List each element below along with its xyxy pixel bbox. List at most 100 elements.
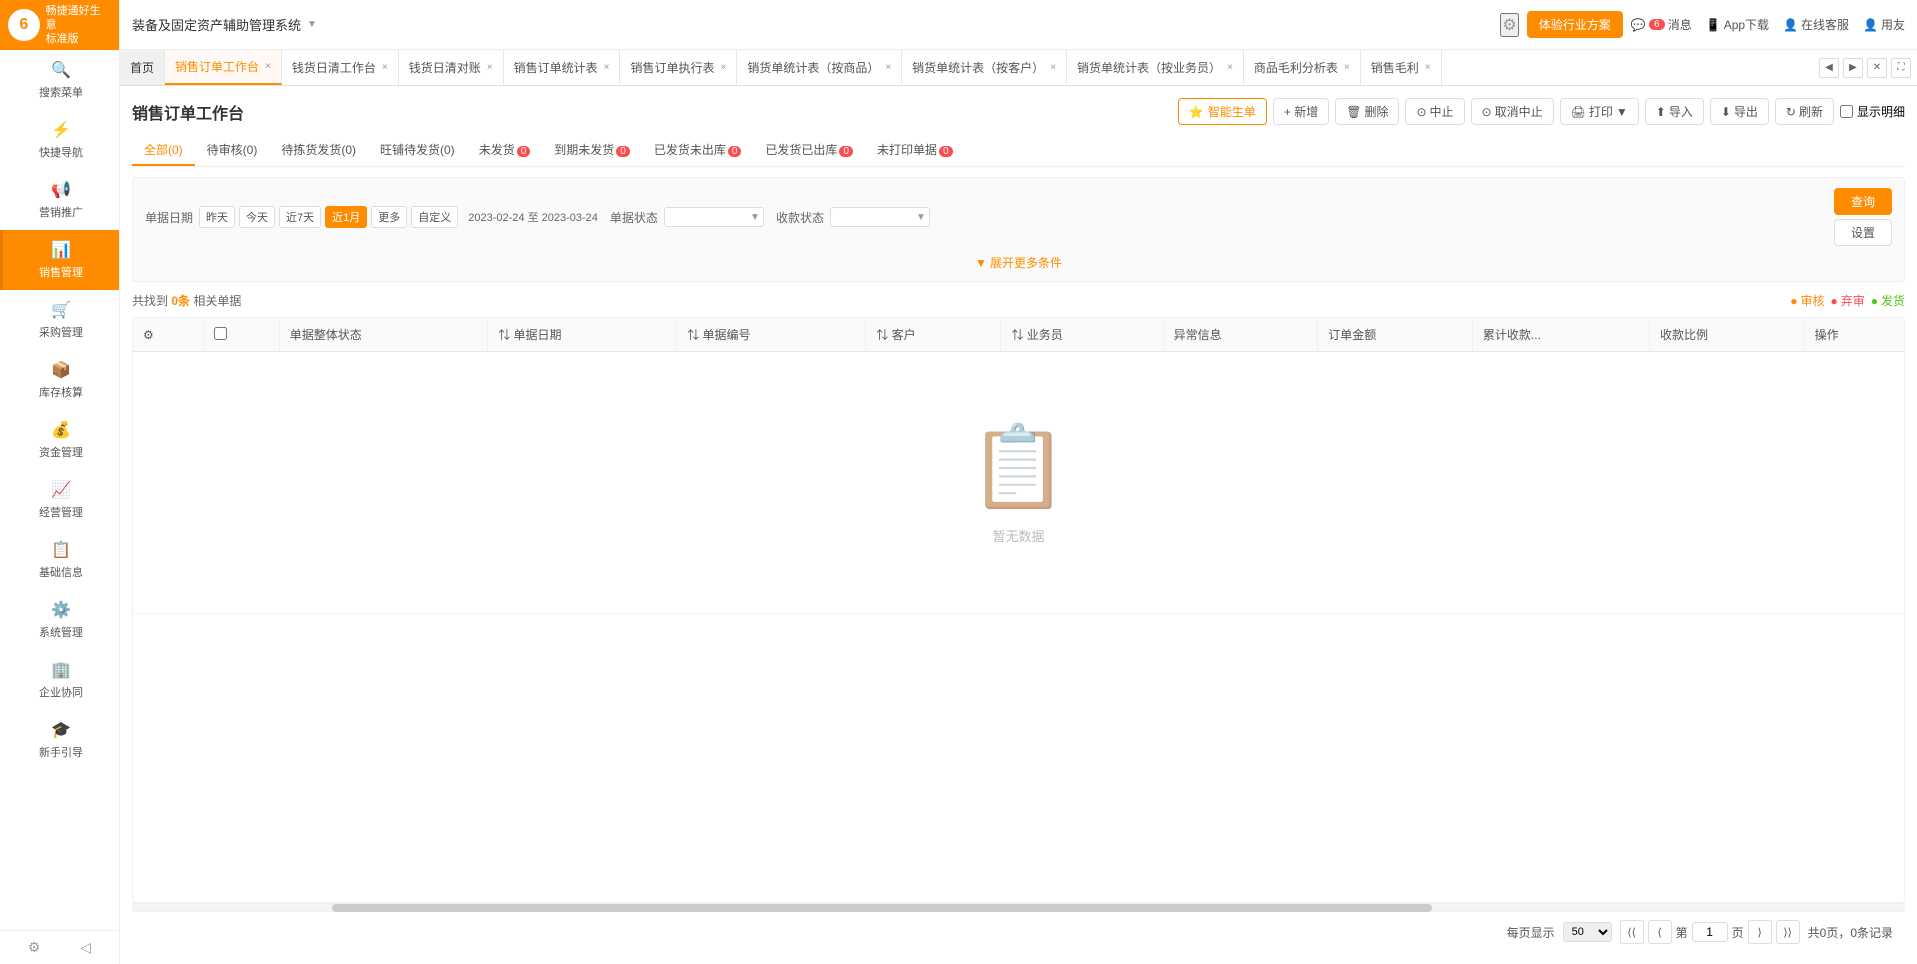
filter-tab-not_printed[interactable]: 未打印单据0 [865,135,965,166]
page-label2: 页 [1732,924,1744,941]
tab-next-btn[interactable]: ▶ [1843,58,1863,78]
filter-tab-shipped_out[interactable]: 已发货已出库0 [753,135,865,166]
filter-tab-expired_not_shipped[interactable]: 到期未发货0 [542,135,642,166]
date-btn-今天[interactable]: 今天 [239,206,275,228]
tab-money_reconcile[interactable]: 钱货日清对账× [399,50,504,85]
industry-solution-btn[interactable]: 体验行业方案 [1527,11,1623,38]
page-last-btn[interactable]: ⟩⟩ [1776,920,1800,944]
sidebar-item-inventory[interactable]: 📦 库存核算 [0,350,119,410]
sidebar-item-system[interactable]: ⚙️ 系统管理 [0,590,119,650]
logo-text: 畅捷通好生意 标准版 [46,4,111,47]
date-btn-近1月[interactable]: 近1月 [325,206,367,228]
date-btn-自定义[interactable]: 自定义 [411,206,458,228]
sidebar-item-sales[interactable]: 📊 销售管理 [0,230,119,290]
sidebar-bottom: ⚙ ◁ [0,930,119,964]
tab-sales_stats-close-btn[interactable]: × [604,62,610,73]
page-prev-btn[interactable]: ⟨ [1648,920,1672,944]
filter-tab-pending_inspect[interactable]: 待拣货发货(0) [269,135,368,166]
sidebar-item-marketing[interactable]: 📢 营销推广 [0,170,119,230]
page-size-select[interactable]: 50 10 20 100 [1563,922,1612,942]
filter-tab-all[interactable]: 全部(0) [132,135,195,166]
sidebar-item-quick_nav[interactable]: ⚡ 快捷导航 [0,110,119,170]
system-dropdown-icon[interactable]: ▼ [307,19,317,30]
status-select-wrapper: ▼ [664,207,764,227]
sidebar-item-guide[interactable]: 🎓 新手引导 [0,710,119,770]
tab-prev-btn[interactable]: ◀ [1819,58,1839,78]
tab-sales_summary_staff[interactable]: 销货单统计表（按业务员）× [1067,50,1244,85]
page-number-input[interactable] [1692,922,1728,942]
message-action[interactable]: 💬 6 消息 [1631,16,1692,33]
cancel-review-btn[interactable]: ● 弃审 [1830,292,1864,309]
sidebar-item-operations[interactable]: 📈 经营管理 [0,470,119,530]
filter-tabs: 全部(0)待审核(0)待拣货发货(0)旺铺待发货(0)未发货0到期未发货0已发货… [132,135,1905,167]
tab-home[interactable]: 首页 [120,50,165,85]
col-header-check[interactable] [203,318,279,352]
show-detail-checkbox[interactable] [1840,105,1853,118]
scrollbar-thumb[interactable] [332,904,1432,912]
sidebar-settings-btn[interactable]: ⚙ [28,939,41,956]
show-detail-label[interactable]: 显示明细 [1840,103,1905,120]
tab-sales_workbench-close-btn[interactable]: × [265,61,271,72]
date-btn-更多[interactable]: 更多 [371,206,407,228]
tab-product_margin[interactable]: 商品毛利分析表× [1244,50,1361,85]
tab-sales_stats[interactable]: 销售订单统计表× [504,50,621,85]
delete-btn[interactable]: 🗑 删除 [1335,98,1399,125]
empty-icon: 📋 [969,420,1069,514]
import-btn[interactable]: ⬆ 导入 [1645,98,1704,125]
date-btn-昨天[interactable]: 昨天 [199,206,235,228]
online-service-action[interactable]: 👤 在线客服 [1783,16,1849,33]
tab-money_daily[interactable]: 钱货日清工作台× [282,50,399,85]
sidebar-item-search[interactable]: 🔍 搜索菜单 [0,50,119,110]
tab-sales_summary_product-close-btn[interactable]: × [885,62,891,73]
tab-money_reconcile-close-btn[interactable]: × [487,62,493,73]
tab-sales_workbench-label: 销售订单工作台 [175,58,259,75]
smart-generate-btn[interactable]: ⭐ 智能生单 [1178,98,1267,125]
horizontal-scrollbar[interactable] [132,903,1905,911]
tab-sales_summary_customer[interactable]: 销货单统计表（按客户）× [902,50,1067,85]
refresh-btn[interactable]: ↻ 刷新 [1775,98,1834,125]
sidebar-collapse-btn[interactable]: ◁ [80,939,91,956]
tab-money_daily-close-btn[interactable]: × [382,62,388,73]
col-header-settings[interactable]: ⚙ [133,318,203,352]
tab-sales_profit[interactable]: 销售毛利× [1361,50,1442,85]
tab-close-all-btn[interactable]: ✕ [1867,58,1887,78]
tab-sales_profit-close-btn[interactable]: × [1425,62,1431,73]
sidebar-item-finance[interactable]: 💰 资金管理 [0,410,119,470]
date-btn-近7天[interactable]: 近7天 [279,206,321,228]
tab-sales_workbench[interactable]: 销售订单工作台 × [165,50,282,85]
sidebar-item-basic_info[interactable]: 📋 基础信息 [0,530,119,590]
user-action[interactable]: 👤 用友 [1863,16,1905,33]
topbar-settings-btn[interactable]: ⚙ [1500,13,1518,37]
sidebar-item-enterprise[interactable]: 🏢 企业协同 [0,650,119,710]
add-btn[interactable]: + 新增 [1273,98,1329,125]
filter-tab-pending_review[interactable]: 待审核(0) [195,135,270,166]
set-btn[interactable]: 设置 [1834,219,1892,246]
data-table-container: ⚙单据整体状态⇅ 单据日期⇅ 单据编号⇅ 客户⇅ 业务员异常信息订单金额累计收款… [132,317,1905,903]
tab-sales_exec-close-btn[interactable]: × [720,62,726,73]
page-first-btn[interactable]: ⟨⟨ [1620,920,1644,944]
filter-tab-shipped_not_out[interactable]: 已发货未出库0 [642,135,754,166]
stop-btn[interactable]: ⊙ 中止 [1405,98,1464,125]
tab-sales_summary_customer-close-btn[interactable]: × [1050,62,1056,73]
cancel-stop-btn[interactable]: ⊙ 取消中止 [1471,98,1554,125]
review-btn[interactable]: ● 审核 [1790,292,1824,309]
status-select[interactable] [664,207,764,227]
tab-product_margin-close-btn[interactable]: × [1344,62,1350,73]
export-btn[interactable]: ⬇ 导出 [1710,98,1769,125]
tab-sales_summary_product[interactable]: 销货单统计表（按商品）× [737,50,902,85]
sidebar-item-purchase[interactable]: 🛒 采购管理 [0,290,119,350]
expand-btn[interactable]: ▼ 展开更多条件 [975,254,1062,271]
select-all-checkbox[interactable] [214,327,227,340]
page-next-btn[interactable]: ⟩ [1748,920,1772,944]
query-btn[interactable]: 查询 [1834,188,1892,215]
filter-tab-not_shipped[interactable]: 未发货0 [467,135,543,166]
tab-sales_exec[interactable]: 销售订单执行表× [620,50,737,85]
tab-maximize-btn[interactable]: ⛶ [1891,58,1911,78]
settings-icon[interactable]: ⚙ [143,328,154,342]
tab-sales_summary_staff-close-btn[interactable]: × [1227,62,1233,73]
print-btn[interactable]: 🖨 打印 ▼ [1560,98,1639,125]
app-download-action[interactable]: 📱 App下载 [1706,16,1769,33]
payment-select[interactable] [830,207,930,227]
ship-btn[interactable]: ● 发货 [1871,292,1905,309]
filter-tab-wangpu_pending[interactable]: 旺铺待发货(0) [368,135,467,166]
